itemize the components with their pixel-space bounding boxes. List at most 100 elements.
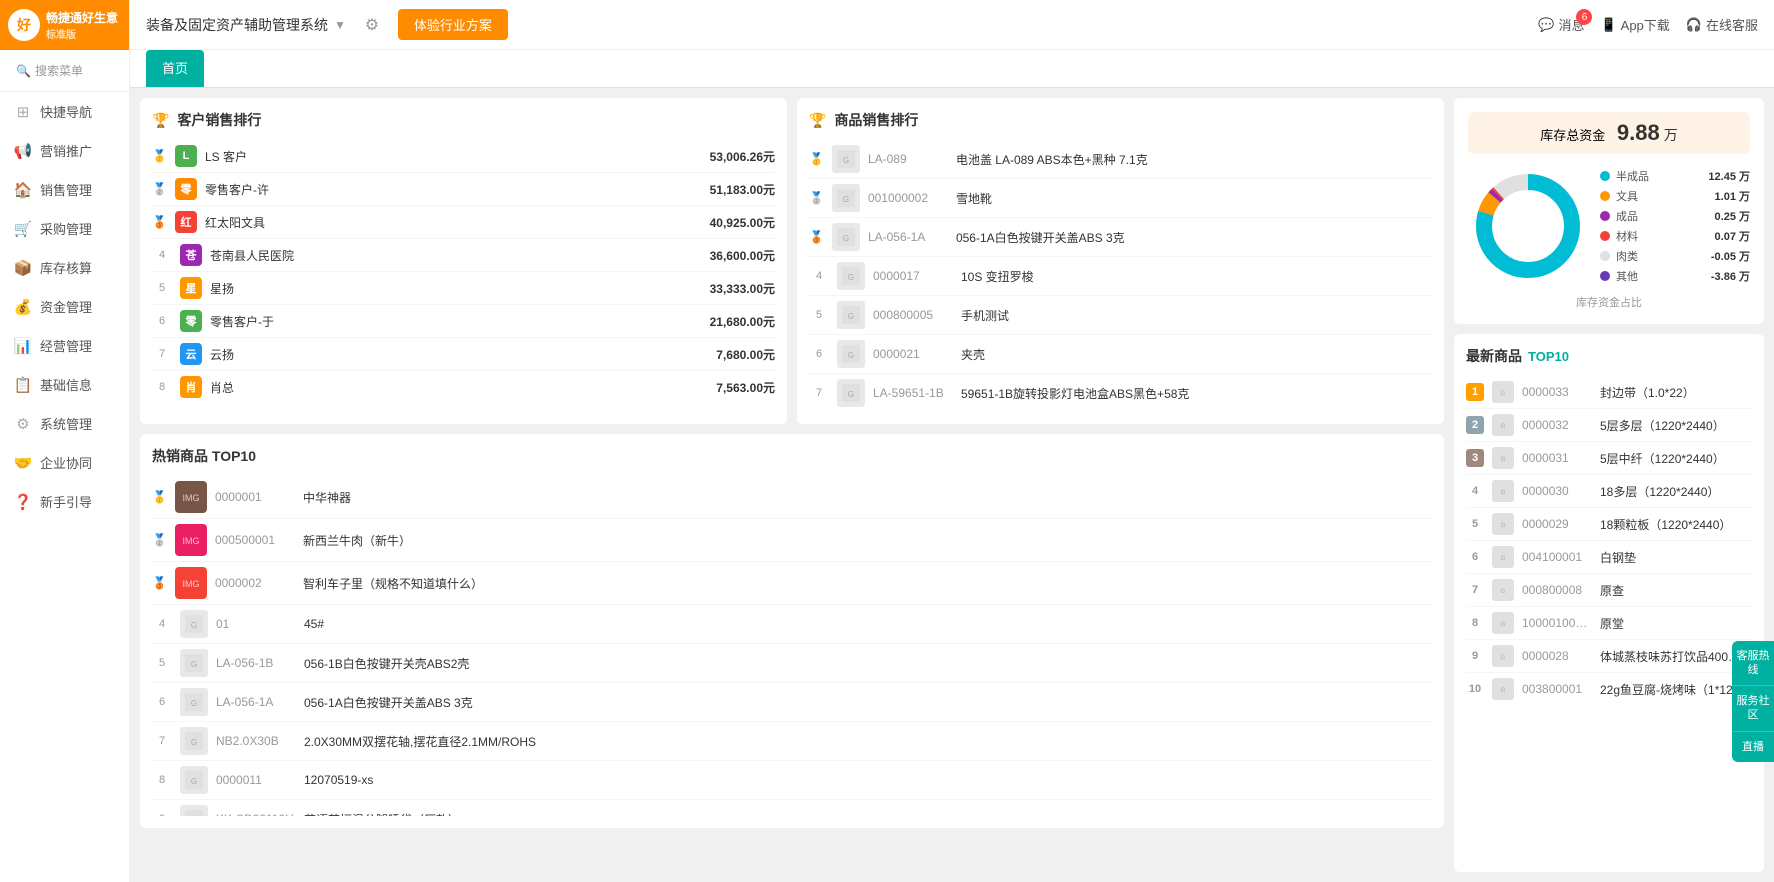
product-thumbnail: G <box>1492 579 1514 601</box>
rank-number: 3 <box>1466 449 1484 467</box>
gear-icon[interactable]: ⚙ <box>358 11 386 39</box>
legend-value: 1.01 万 <box>1715 188 1750 204</box>
customer-ranking-panel: 🏆 客户销售排行 🥇LLS 客户53,006.26元🥈零零售客户-许51,183… <box>140 98 787 424</box>
product-name: 5层多层（1220*2440） <box>1600 417 1752 434</box>
sidebar-item-operations[interactable]: 📊经营管理 <box>0 326 129 365</box>
customer-value: 7,680.00元 <box>716 346 775 363</box>
legend-name: 其他 <box>1616 268 1705 284</box>
page-body: 🏆 客户销售排行 🥇LLS 客户53,006.26元🥈零零售客户-许51,183… <box>130 88 1774 882</box>
legend-item: 材料0.07 万 <box>1600 228 1750 244</box>
list-item: 9G0000028体城蒸枝味苏打饮品400毫升（1*15） <box>1466 640 1752 673</box>
product-code: NB2.0X30B <box>216 734 296 748</box>
sidebar-item-sales[interactable]: 🏠销售管理 <box>0 170 129 209</box>
search-menu-button[interactable]: 🔍 搜索菜单 <box>10 58 119 83</box>
legend-item: 其他-3.86 万 <box>1600 268 1750 284</box>
legend-dot <box>1600 251 1610 261</box>
sidebar-search[interactable]: 🔍 搜索菜单 <box>0 50 129 92</box>
float-buttons: 客服热线服务社区直播 <box>1732 641 1774 762</box>
system-icon: ⚙ <box>14 415 32 433</box>
product-thumbnail: G <box>837 262 865 290</box>
product-thumbnail: G <box>1492 480 1514 502</box>
legend-item: 文具1.01 万 <box>1600 188 1750 204</box>
product-thumbnail: IMG <box>175 567 207 599</box>
float-btn-2[interactable]: 直播 <box>1732 732 1774 762</box>
rank-number: 7 <box>152 731 172 751</box>
rank-number: 6 <box>1466 548 1484 566</box>
rank-number: 1 <box>1466 383 1484 401</box>
product-code: LA-056-1B <box>216 656 296 670</box>
sidebar-item-basic-info[interactable]: 📋基础信息 <box>0 365 129 404</box>
list-item: 🥉 IMG 0000002 智利车子里（规格不知道填什么） <box>152 562 1432 605</box>
list-item: 4G 0000030 18多层（1220*2440） <box>1466 475 1752 508</box>
service-action[interactable]: 🎧 在线客服 <box>1686 15 1758 34</box>
product-code: LA-056-1A <box>216 695 296 709</box>
app-download-action[interactable]: 📱 App下载 <box>1600 15 1669 34</box>
sidebar-item-finance[interactable]: 💰资金管理 <box>0 287 129 326</box>
product-name: 056-1A白色按键开关盖ABS 3克 <box>304 694 1432 711</box>
legend-dot <box>1600 211 1610 221</box>
product-thumbnail: G <box>837 301 865 329</box>
product-code: 0000029 <box>1522 517 1592 531</box>
sidebar-item-system[interactable]: ⚙系统管理 <box>0 404 129 443</box>
svg-text:G: G <box>1501 523 1506 529</box>
svg-text:G: G <box>843 195 849 204</box>
donut-chart-area: 半成品12.45 万文具1.01 万成品0.25 万材料0.07 万肉类-0.0… <box>1468 166 1750 286</box>
legend-value: 12.45 万 <box>1708 168 1750 184</box>
medal-icon: 🥉 <box>152 576 167 590</box>
sidebar-item-cooperation[interactable]: 🤝企业协同 <box>0 443 129 482</box>
rank-number: 7 <box>152 344 172 364</box>
sidebar-item-marketing[interactable]: 📢营销推广 <box>0 131 129 170</box>
product-thumbnail: G <box>1492 678 1514 700</box>
rank-number: 4 <box>152 245 172 265</box>
product-thumbnail: G <box>180 649 208 677</box>
svg-text:G: G <box>191 738 197 747</box>
product-thumbnail: G <box>1492 645 1514 667</box>
product-thumbnail: G <box>837 340 865 368</box>
sidebar-item-purchase[interactable]: 🛒采购管理 <box>0 209 129 248</box>
product-code: 001000002 <box>868 191 948 205</box>
legend-value: 0.25 万 <box>1715 208 1750 224</box>
topbar: 装备及固定资产辅助管理系统 ▼ ⚙ 体验行业方案 💬 消息 6 📱 App下载 … <box>130 0 1774 50</box>
product-code: 0000028 <box>1522 649 1592 663</box>
product-thumbnail: G <box>837 379 865 407</box>
list-item: 🥈G001000002雪地靴 <box>809 179 1432 218</box>
product-name: 12070519-xs <box>304 773 1432 787</box>
guide-label: 新手引导 <box>40 492 92 511</box>
product-name: 原查 <box>1600 582 1752 599</box>
new-products-title: 最新商品 TOP10 <box>1466 346 1752 366</box>
product-code: 0000002 <box>215 576 295 590</box>
trial-button[interactable]: 体验行业方案 <box>398 9 508 40</box>
float-btn-0[interactable]: 客服热线 <box>1732 641 1774 687</box>
tab-home[interactable]: 首页 <box>146 50 204 87</box>
rank-number: 4 <box>1466 482 1484 500</box>
product-thumbnail: G <box>180 610 208 638</box>
product-name: 2.0X30MM双摆花轴,摆花直径2.1MM/ROHS <box>304 733 1432 750</box>
product-name: 智利车子里（规格不知道填什么） <box>303 575 1432 592</box>
legend-value: 0.07 万 <box>1715 228 1750 244</box>
sidebar-item-guide[interactable]: ❓ 新手引导 <box>0 482 129 521</box>
product-thumbnail: IMG <box>175 524 207 556</box>
product-code: 0000030 <box>1522 484 1592 498</box>
list-item: 🥇IMG0000001中华神器 <box>152 476 1432 519</box>
new-products-panel: 最新商品 TOP10 1G0000033封边带（1.0*22）2G0000032… <box>1454 334 1764 872</box>
product-code: 0000032 <box>1522 418 1592 432</box>
rank-number: 7 <box>1466 581 1484 599</box>
logo-badge: 标准版 <box>46 26 118 41</box>
search-icon: 🔍 <box>16 64 31 78</box>
medal-icon: 🥇 <box>152 149 167 163</box>
sidebar-item-quick-nav[interactable]: ⊞快捷导航 <box>0 92 129 131</box>
rank-number: 9 <box>152 809 172 816</box>
sidebar-item-inventory[interactable]: 📦库存核算 <box>0 248 129 287</box>
product-thumbnail: IMG <box>175 481 207 513</box>
inventory-value: 9.88 <box>1617 120 1660 146</box>
purchase-icon: 🛒 <box>14 220 32 238</box>
product-name: 18多层（1220*2440） <box>1600 483 1752 500</box>
float-btn-1[interactable]: 服务社区 <box>1732 686 1774 732</box>
product-thumbnail: G <box>180 727 208 755</box>
list-item: 7G000800008原查 <box>1466 574 1752 607</box>
system-name[interactable]: 装备及固定资产辅助管理系统 ▼ <box>146 15 346 35</box>
svg-text:IMG: IMG <box>182 493 199 503</box>
finance-label: 资金管理 <box>40 297 92 316</box>
guide-icon: ❓ <box>14 493 32 511</box>
message-action[interactable]: 💬 消息 6 <box>1538 15 1584 34</box>
